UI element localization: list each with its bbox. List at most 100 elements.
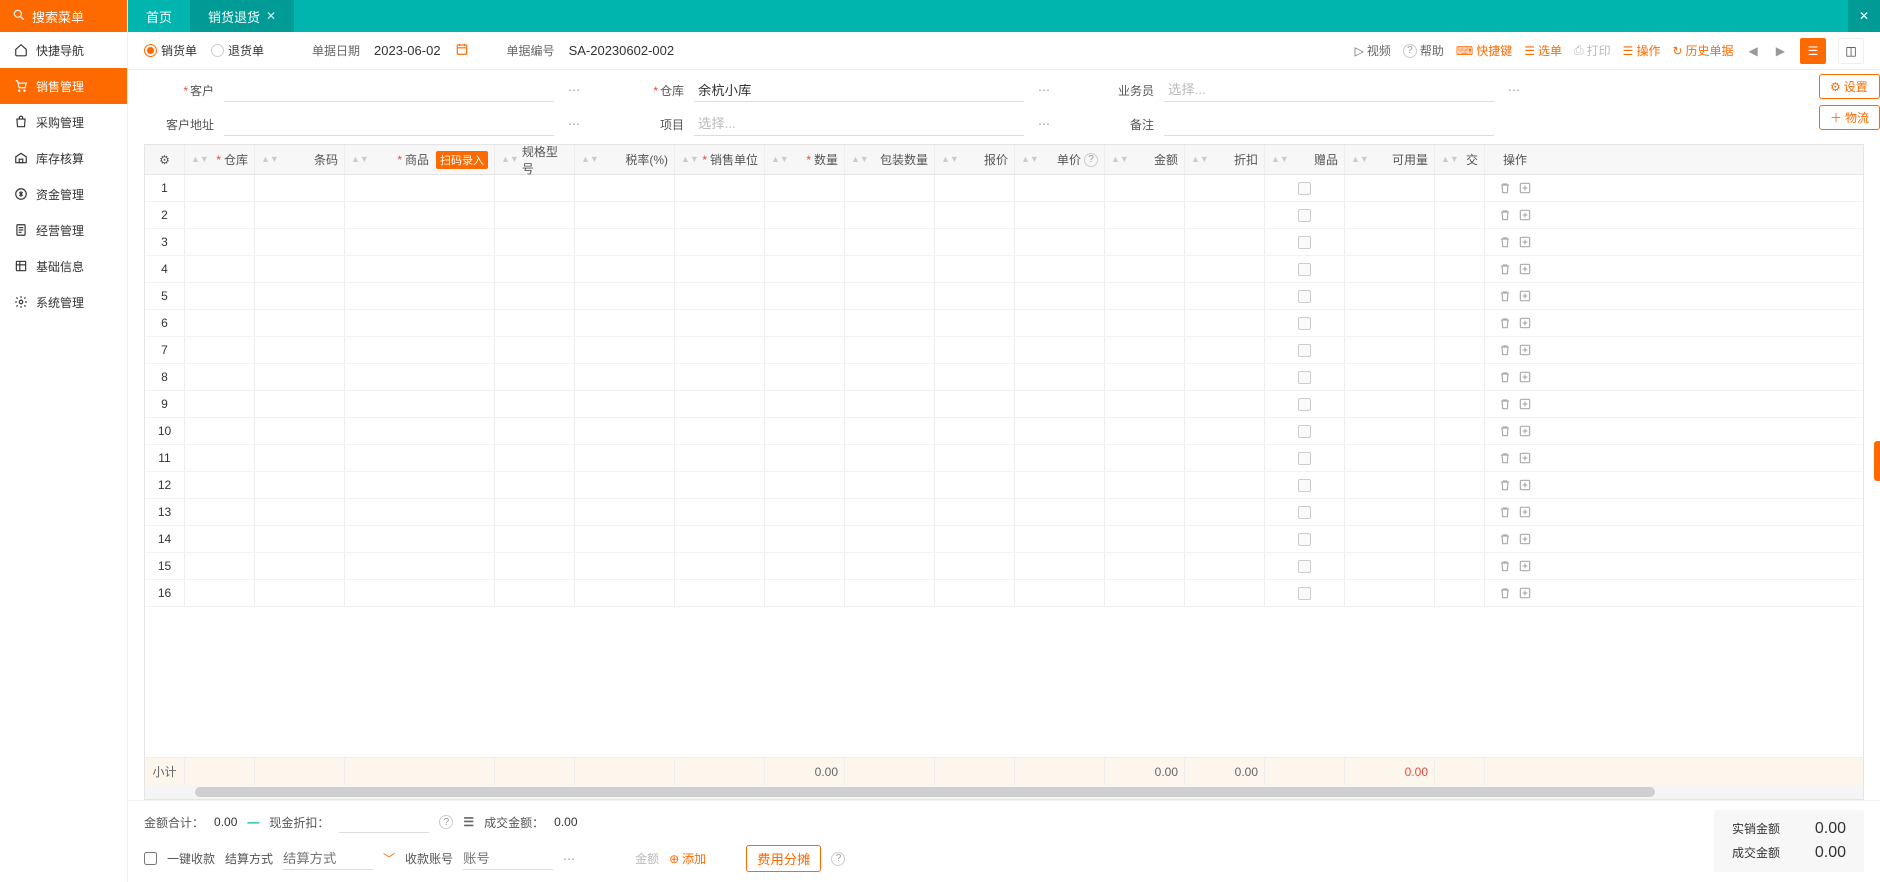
gift-checkbox[interactable] [1298, 560, 1311, 573]
table-row[interactable]: 12 [145, 472, 1863, 499]
view-list-icon[interactable]: ☰ [1800, 38, 1826, 64]
add-row-icon[interactable] [1518, 181, 1532, 195]
chevron-down-icon[interactable]: ﹀ [383, 850, 395, 867]
delete-icon[interactable] [1498, 424, 1512, 438]
gift-checkbox[interactable] [1298, 398, 1311, 411]
more-icon[interactable]: ⋯ [564, 117, 584, 131]
add-row-icon[interactable] [1518, 262, 1532, 276]
close-icon[interactable]: ✕ [266, 9, 276, 23]
address-input[interactable] [224, 112, 554, 136]
add-row-icon[interactable] [1518, 370, 1532, 384]
table-row[interactable]: 1 [145, 175, 1863, 202]
table-row[interactable]: 5 [145, 283, 1863, 310]
settle-select[interactable] [283, 848, 373, 870]
h-scrollbar[interactable] [145, 785, 1863, 799]
settings-button[interactable]: ⚙设置 [1819, 74, 1880, 99]
add-row-icon[interactable] [1518, 289, 1532, 303]
gift-checkbox[interactable] [1298, 317, 1311, 330]
account-input[interactable] [463, 848, 553, 870]
delete-icon[interactable] [1498, 370, 1512, 384]
th-available[interactable]: ▲▼可用量 [1345, 145, 1435, 174]
logistics-button[interactable]: ＋物流 [1819, 105, 1880, 130]
add-row-icon[interactable] [1518, 235, 1532, 249]
history-link[interactable]: ↻历史单据 [1672, 42, 1733, 59]
delete-icon[interactable] [1498, 316, 1512, 330]
gift-checkbox[interactable] [1298, 209, 1311, 222]
tab-sales-return[interactable]: 销货退货 ✕ [190, 0, 294, 32]
delete-icon[interactable] [1498, 532, 1512, 546]
add-row-icon[interactable] [1518, 532, 1532, 546]
radio-sale[interactable]: 销货单 [144, 42, 197, 59]
add-row-icon[interactable] [1518, 451, 1532, 465]
video-link[interactable]: ▷视频 [1355, 42, 1391, 59]
tabs-close-all[interactable]: ✕ [1848, 0, 1880, 32]
add-button[interactable]: ⊕添加 [669, 850, 706, 867]
delete-icon[interactable] [1498, 343, 1512, 357]
th-unit[interactable]: ▲▼*销售单位 [675, 145, 765, 174]
delete-icon[interactable] [1498, 505, 1512, 519]
th-tax[interactable]: ▲▼税率(%) [575, 145, 675, 174]
more-icon[interactable]: ⋯ [563, 852, 575, 866]
table-row[interactable]: 10 [145, 418, 1863, 445]
date-value[interactable]: 2023-06-02 [374, 43, 441, 58]
table-row[interactable]: 15 [145, 553, 1863, 580]
add-row-icon[interactable] [1518, 343, 1532, 357]
prev-icon[interactable]: ◀ [1746, 44, 1761, 58]
delete-icon[interactable] [1498, 262, 1512, 276]
gift-checkbox[interactable] [1298, 587, 1311, 600]
nav-business[interactable]: 经营管理 [0, 212, 127, 248]
help-icon[interactable]: ? [831, 852, 845, 866]
add-row-icon[interactable] [1518, 559, 1532, 573]
add-row-icon[interactable] [1518, 397, 1532, 411]
nav-finance[interactable]: 资金管理 [0, 176, 127, 212]
project-input[interactable] [694, 112, 1024, 136]
more-icon[interactable]: ⋯ [1504, 83, 1524, 97]
table-row[interactable]: 16 [145, 580, 1863, 607]
gift-checkbox[interactable] [1298, 425, 1311, 438]
view-split-icon[interactable]: ◫ [1838, 38, 1864, 64]
th-gift[interactable]: ▲▼赠品 [1265, 145, 1345, 174]
th-price[interactable]: ▲▼单价 ? [1015, 145, 1105, 174]
more-icon[interactable]: ⋯ [1034, 117, 1054, 131]
th-warehouse[interactable]: ▲▼*仓库 [185, 145, 255, 174]
th-amount[interactable]: ▲▼金额 [1105, 145, 1185, 174]
delete-icon[interactable] [1498, 208, 1512, 222]
sales-input[interactable] [1164, 78, 1494, 102]
help-icon[interactable]: ? [439, 815, 453, 829]
delete-icon[interactable] [1498, 451, 1512, 465]
shortcut-link[interactable]: ⌨快捷键 [1456, 42, 1512, 59]
table-row[interactable]: 13 [145, 499, 1863, 526]
add-row-icon[interactable] [1518, 505, 1532, 519]
add-row-icon[interactable] [1518, 316, 1532, 330]
warehouse-input[interactable] [694, 78, 1024, 102]
ops-link[interactable]: ☰操作 [1623, 42, 1661, 59]
table-row[interactable]: 4 [145, 256, 1863, 283]
add-row-icon[interactable] [1518, 586, 1532, 600]
delete-icon[interactable] [1498, 586, 1512, 600]
gift-checkbox[interactable] [1298, 533, 1311, 546]
calendar-icon[interactable] [455, 42, 469, 59]
nav-basic[interactable]: 基础信息 [0, 248, 127, 284]
delete-icon[interactable] [1498, 559, 1512, 573]
th-quote[interactable]: ▲▼报价 [935, 145, 1015, 174]
gift-checkbox[interactable] [1298, 452, 1311, 465]
side-handle[interactable] [1874, 441, 1880, 481]
gift-checkbox[interactable] [1298, 371, 1311, 384]
radio-return[interactable]: 退货单 [211, 42, 264, 59]
th-deliver[interactable]: ▲▼交 [1435, 145, 1485, 174]
nav-inventory[interactable]: 库存核算 [0, 140, 127, 176]
help-icon[interactable]: ? [1084, 153, 1098, 167]
delete-icon[interactable] [1498, 289, 1512, 303]
nav-system[interactable]: 系统管理 [0, 284, 127, 320]
th-product[interactable]: ▲▼*商品扫码录入 [345, 145, 495, 174]
gift-checkbox[interactable] [1298, 182, 1311, 195]
remark-input[interactable] [1164, 112, 1494, 136]
table-row[interactable]: 14 [145, 526, 1863, 553]
help-link[interactable]: ?帮助 [1403, 42, 1444, 59]
options-link[interactable]: ☰选单 [1524, 42, 1562, 59]
gift-checkbox[interactable] [1298, 344, 1311, 357]
gift-checkbox[interactable] [1298, 236, 1311, 249]
gift-checkbox[interactable] [1298, 263, 1311, 276]
delete-icon[interactable] [1498, 235, 1512, 249]
next-icon[interactable]: ▶ [1773, 44, 1788, 58]
